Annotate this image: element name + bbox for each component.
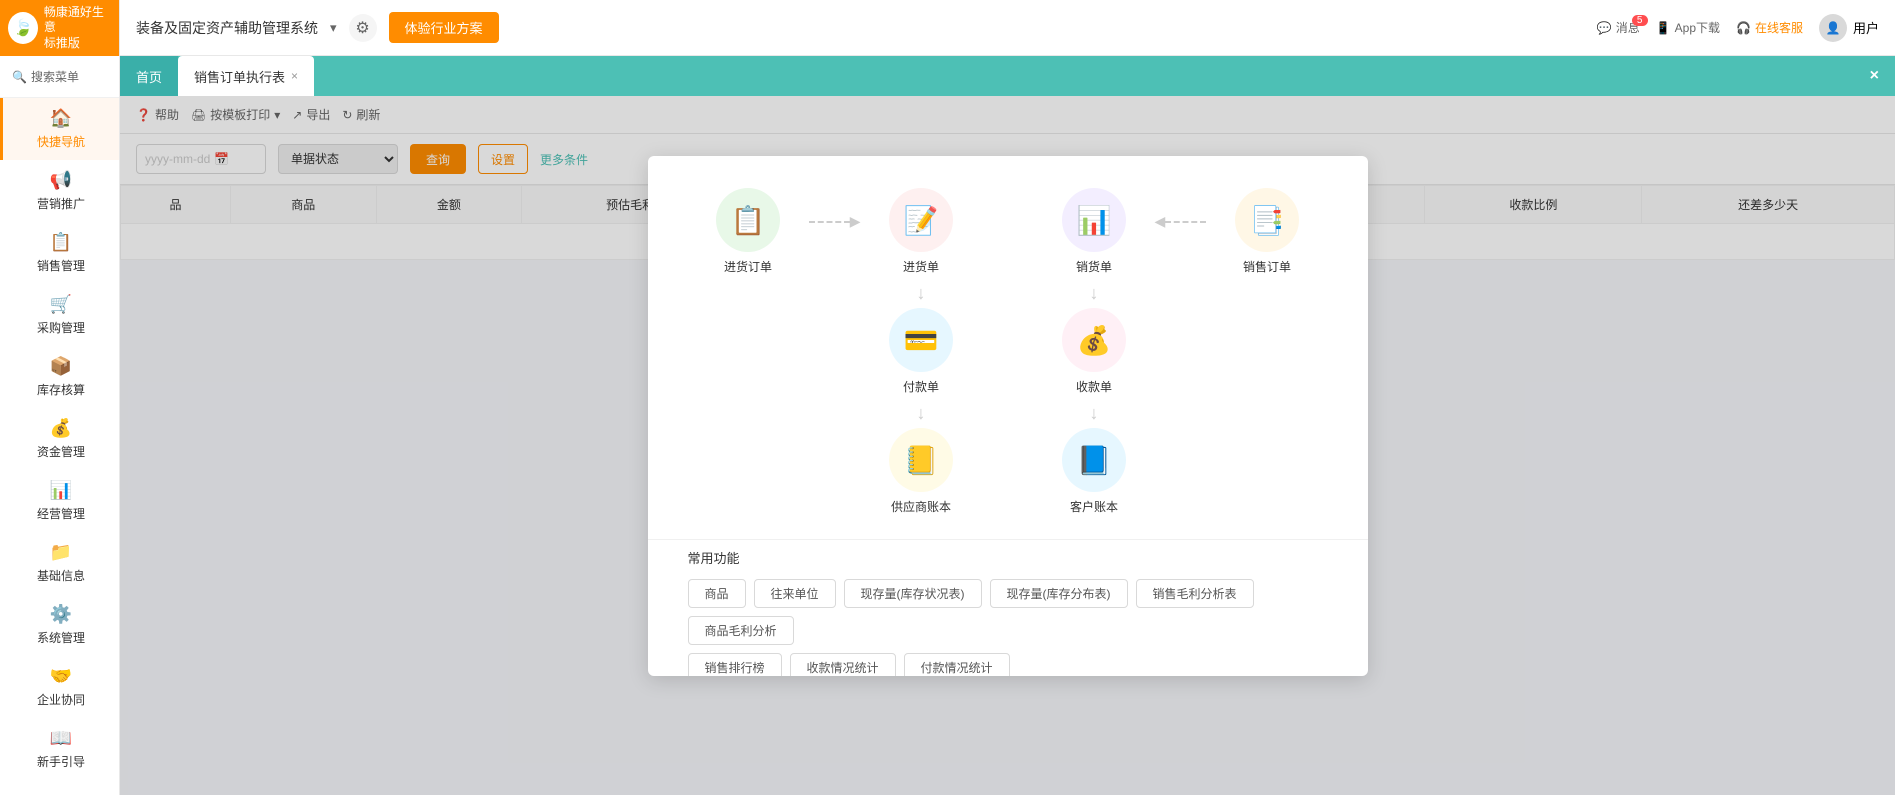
purchase-order-label: 进货订单 bbox=[724, 258, 772, 275]
sidebar-nav: 🏠 快捷导航 📢 营销推广 📋 销售管理 🛒 采购管理 📦 库存核算 💰 bbox=[0, 98, 119, 795]
sales-bill-label: 销货单 bbox=[1076, 258, 1112, 275]
system-icon: ⚙️ bbox=[50, 604, 72, 625]
common-btn-product[interactable]: 商品 bbox=[688, 579, 746, 608]
system-dropdown[interactable]: ▾ bbox=[330, 20, 337, 36]
home-icon: 🏠 bbox=[50, 108, 72, 129]
chevron-down-icon: ▾ bbox=[330, 20, 337, 36]
common-btn-partner[interactable]: 往来单位 bbox=[754, 579, 836, 608]
receipt-bill-icon: 💰 bbox=[1062, 308, 1126, 372]
system-title: 装备及固定资产辅助管理系统 bbox=[136, 18, 318, 38]
common-btn-sales-rank[interactable]: 销售排行榜 bbox=[688, 653, 782, 676]
top-header: 装备及固定资产辅助管理系统 ▾ ⚙ 体验行业方案 💬 消息 5 📱 App下载 … bbox=[120, 0, 1895, 56]
sidebar-item-newbie[interactable]: 📖 新手引导 bbox=[0, 718, 119, 780]
purchase-bill-label: 进货单 bbox=[903, 258, 939, 275]
header-right: 💬 消息 5 📱 App下载 🎧 在线客服 👤 用户 bbox=[1597, 14, 1879, 42]
marketing-icon: 📢 bbox=[50, 170, 72, 191]
quick-nav-dialog: 📋 进货订单 ▶ 📝 进货单 bbox=[648, 156, 1368, 676]
user-menu[interactable]: 👤 用户 bbox=[1819, 14, 1879, 42]
common-buttons-container: 商品 往来单位 现存量(库存状况表) 现存量(库存分布表) 销售毛利分析表 商品… bbox=[688, 579, 1328, 645]
sidebar-item-finance[interactable]: 💰 资金管理 bbox=[0, 408, 119, 470]
supplier-ledger-icon: 📒 bbox=[889, 428, 953, 492]
search-icon: 🔍 bbox=[12, 70, 27, 84]
sidebar-item-system[interactable]: ⚙️ 系统管理 bbox=[0, 594, 119, 656]
operation-icon: 📊 bbox=[50, 480, 72, 501]
flow-node-purchase-bill[interactable]: 📝 进货单 bbox=[860, 188, 981, 275]
payment-bill-label: 付款单 bbox=[903, 378, 939, 395]
common-buttons-row2: 销售排行榜 收款情况统计 付款情况统计 bbox=[688, 653, 1328, 676]
message-badge: 5 bbox=[1632, 15, 1648, 26]
supplier-ledger-label: 供应商账本 bbox=[891, 498, 951, 515]
sidebar-item-quick-nav[interactable]: 🏠 快捷导航 bbox=[0, 98, 119, 160]
flow-node-payment-bill[interactable]: 💳 付款单 bbox=[860, 308, 981, 395]
logo-text: 畅康通好生意 标推版 bbox=[44, 5, 111, 52]
sidebar: 🍃 畅康通好生意 标推版 🔍 搜索菜单 🏠 快捷导航 📢 营销推广 bbox=[0, 0, 120, 795]
enterprise-icon: 🤝 bbox=[50, 666, 72, 687]
tab-close-icon[interactable]: × bbox=[291, 69, 298, 83]
tab-bar-close[interactable]: × bbox=[1870, 67, 1879, 85]
flow-node-sales-order[interactable]: 📑 销售订单 bbox=[1206, 188, 1327, 275]
search-menu-button[interactable]: 🔍 搜索菜单 bbox=[8, 64, 111, 89]
tab-sales-order[interactable]: 销售订单执行表 × bbox=[178, 56, 314, 96]
finance-icon: 💰 bbox=[50, 418, 72, 439]
common-btn-product-profit[interactable]: 商品毛利分析 bbox=[688, 616, 794, 645]
app-download-button[interactable]: 📱 App下载 bbox=[1656, 19, 1720, 36]
online-service-button[interactable]: 🎧 在线客服 bbox=[1736, 19, 1803, 36]
customer-ledger-label: 客户账本 bbox=[1070, 498, 1118, 515]
main-content: 装备及固定资产辅助管理系统 ▾ ⚙ 体验行业方案 💬 消息 5 📱 App下载 … bbox=[120, 0, 1895, 795]
purchase-bill-icon: 📝 bbox=[889, 188, 953, 252]
common-functions-section: 常用功能 商品 往来单位 现存量(库存状况表) 现存量(库存分布表) 销售毛利分… bbox=[648, 539, 1368, 676]
sidebar-item-inventory[interactable]: 📦 库存核算 bbox=[0, 346, 119, 408]
logo-icon: 🍃 bbox=[8, 12, 38, 44]
sales-order-icon: 📑 bbox=[1235, 188, 1299, 252]
common-functions-title: 常用功能 bbox=[688, 548, 1328, 567]
inventory-icon: 📦 bbox=[50, 356, 72, 377]
sidebar-item-operation[interactable]: 📊 经营管理 bbox=[0, 470, 119, 532]
page-content: ❓ 帮助 🖨 按模板打印 ▾ ↗ 导出 ↻ 刷新 bbox=[120, 96, 1895, 795]
service-icon: 🎧 bbox=[1736, 21, 1751, 35]
flow-node-customer-ledger[interactable]: 📘 客户账本 bbox=[1033, 428, 1154, 515]
receipt-bill-label: 收款单 bbox=[1076, 378, 1112, 395]
common-btn-stock-status[interactable]: 现存量(库存状况表) bbox=[844, 579, 982, 608]
message-button[interactable]: 💬 消息 5 bbox=[1597, 19, 1640, 36]
sidebar-item-marketing[interactable]: 📢 营销推广 bbox=[0, 160, 119, 222]
purchase-order-icon: 📋 bbox=[716, 188, 780, 252]
newbie-icon: 📖 bbox=[50, 728, 72, 749]
sidebar-search[interactable]: 🔍 搜索菜单 bbox=[0, 56, 119, 98]
sidebar-item-sales[interactable]: 📋 销售管理 bbox=[0, 222, 119, 284]
purchase-icon: 🛒 bbox=[50, 294, 72, 315]
payment-bill-icon: 💳 bbox=[889, 308, 953, 372]
dialog-overlay[interactable]: 📋 进货订单 ▶ 📝 进货单 bbox=[120, 96, 1895, 795]
flow-node-purchase-order[interactable]: 📋 进货订单 bbox=[688, 188, 809, 275]
flow-node-supplier-ledger[interactable]: 📒 供应商账本 bbox=[860, 428, 981, 515]
common-btn-receipt-stats[interactable]: 收款情况统计 bbox=[790, 653, 896, 676]
sales-icon: 📋 bbox=[50, 232, 72, 253]
sidebar-logo: 🍃 畅康通好生意 标推版 bbox=[0, 0, 119, 56]
tab-bar: 首页 销售订单执行表 × × bbox=[120, 56, 1895, 96]
flow-node-sales-bill[interactable]: 📊 销货单 bbox=[1033, 188, 1154, 275]
common-btn-payment-stats[interactable]: 付款情况统计 bbox=[904, 653, 1010, 676]
sales-order-label: 销售订单 bbox=[1243, 258, 1291, 275]
settings-icon[interactable]: ⚙ bbox=[349, 14, 377, 42]
flow-section: 📋 进货订单 ▶ 📝 进货单 bbox=[648, 156, 1368, 539]
customer-ledger-icon: 📘 bbox=[1062, 428, 1126, 492]
sales-bill-icon: 📊 bbox=[1062, 188, 1126, 252]
sidebar-item-basic[interactable]: 📁 基础信息 bbox=[0, 532, 119, 594]
common-btn-sales-profit[interactable]: 销售毛利分析表 bbox=[1136, 579, 1254, 608]
sidebar-item-purchase[interactable]: 🛒 采购管理 bbox=[0, 284, 119, 346]
message-icon: 💬 bbox=[1597, 21, 1612, 35]
avatar: 👤 bbox=[1819, 14, 1847, 42]
flow-node-receipt-bill[interactable]: 💰 收款单 bbox=[1033, 308, 1154, 395]
common-btn-stock-dist[interactable]: 现存量(库存分布表) bbox=[990, 579, 1128, 608]
sidebar-item-enterprise[interactable]: 🤝 企业协同 bbox=[0, 656, 119, 718]
app-icon: 📱 bbox=[1656, 21, 1671, 35]
tab-home[interactable]: 首页 bbox=[120, 56, 178, 96]
trial-button[interactable]: 体验行业方案 bbox=[389, 12, 499, 43]
basic-icon: 📁 bbox=[50, 542, 72, 563]
